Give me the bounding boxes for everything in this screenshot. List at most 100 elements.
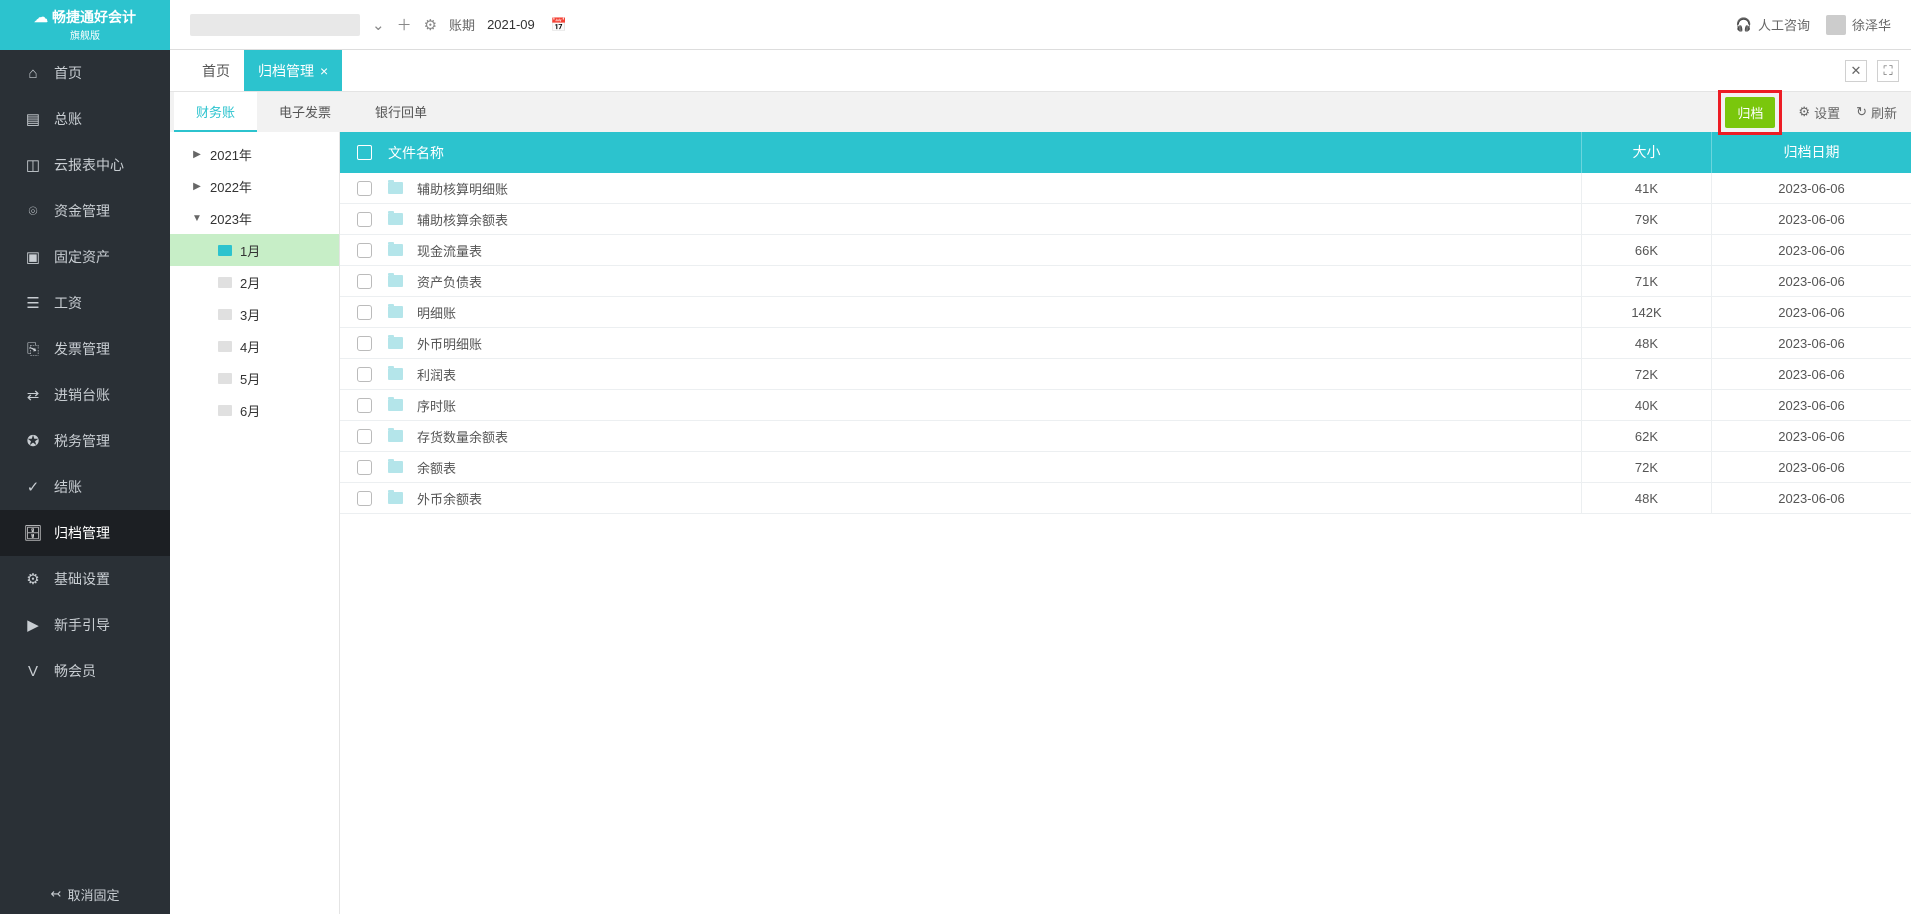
consult-button[interactable]: 🎧 人工咨询	[1736, 15, 1810, 34]
sidebar-item-asset[interactable]: ▣固定资产	[0, 234, 170, 280]
sidebar-item-vip[interactable]: V畅会员	[0, 648, 170, 694]
archive-button[interactable]: 归档	[1725, 97, 1775, 128]
tree-month[interactable]: 1月	[170, 234, 339, 266]
sidebar-item-report[interactable]: ◫云报表中心	[0, 142, 170, 188]
chevron-down-icon[interactable]: ⌄	[372, 16, 385, 34]
sidebar-item-label: 总账	[54, 109, 82, 129]
table-row[interactable]: 外币余额表 48K 2023-06-06	[340, 483, 1911, 514]
tab-close-icon[interactable]: ×	[320, 63, 328, 79]
row-checkbox[interactable]	[357, 212, 372, 227]
salary-icon: ☰	[24, 294, 42, 312]
folder-icon	[218, 245, 232, 256]
file-table: 文件名称 大小 归档日期 辅助核算明细账 41K 2023-06-06 辅助核算…	[340, 132, 1911, 914]
sidebar-item-label: 税务管理	[54, 431, 110, 451]
subtab[interactable]: 财务账	[174, 92, 257, 132]
table-row[interactable]: 外币明细账 48K 2023-06-06	[340, 328, 1911, 359]
plus-icon[interactable]: ＋	[397, 14, 412, 35]
sidebar-item-settings[interactable]: ⚙基础设置	[0, 556, 170, 602]
subtab[interactable]: 银行回单	[353, 92, 449, 132]
file-size: 72K	[1581, 359, 1711, 390]
fund-icon: ⌾	[24, 202, 42, 220]
sidebar-item-home[interactable]: ⌂首页	[0, 50, 170, 96]
tab[interactable]: 归档管理×	[244, 50, 342, 91]
sidebar-item-label: 资金管理	[54, 201, 110, 221]
row-checkbox[interactable]	[357, 305, 372, 320]
file-name: 余额表	[417, 458, 456, 477]
col-header-date: 归档日期	[1711, 132, 1911, 173]
company-selector[interactable]	[190, 14, 360, 36]
tree-month[interactable]: 3月	[170, 298, 339, 330]
sidebar-item-salary[interactable]: ☰ 工资	[0, 280, 170, 326]
table-row[interactable]: 资产负债表 71K 2023-06-06	[340, 266, 1911, 297]
table-row[interactable]: 明细账 142K 2023-06-06	[340, 297, 1911, 328]
archive-date: 2023-06-06	[1711, 235, 1911, 266]
archive-date: 2023-06-06	[1711, 359, 1911, 390]
sidebar-item-label: 归档管理	[54, 523, 110, 543]
file-size: 48K	[1581, 328, 1711, 359]
highlight-annotation: 归档	[1718, 90, 1782, 135]
sidebar-item-sales[interactable]: ⇄进销台账	[0, 372, 170, 418]
sidebar-item-closing[interactable]: ✓结账	[0, 464, 170, 510]
table-row[interactable]: 辅助核算明细账 41K 2023-06-06	[340, 173, 1911, 204]
calendar-icon[interactable]: 📅	[551, 17, 567, 33]
row-checkbox[interactable]	[357, 429, 372, 444]
table-row[interactable]: 存货数量余额表 62K 2023-06-06	[340, 421, 1911, 452]
col-header-size: 大小	[1581, 132, 1711, 173]
tree-month[interactable]: 5月	[170, 362, 339, 394]
tree-month[interactable]: 6月	[170, 394, 339, 426]
file-name: 辅助核算明细账	[417, 179, 508, 198]
row-checkbox[interactable]	[357, 181, 372, 196]
folder-icon	[388, 306, 403, 318]
archive-date: 2023-06-06	[1711, 266, 1911, 297]
table-row[interactable]: 序时账 40K 2023-06-06	[340, 390, 1911, 421]
file-name: 利润表	[417, 365, 456, 384]
vip-icon: V	[24, 662, 42, 680]
sidebar: ⌂首页 ▤ 总账 ◫云报表中心 ⌾ 资金管理 ▣固定资产 ☰ 工资 ⎘发票管理⇄进销台账✪税务管理…	[0, 50, 170, 914]
folder-icon	[388, 461, 403, 473]
row-checkbox[interactable]	[357, 243, 372, 258]
tree-month[interactable]: 2月	[170, 266, 339, 298]
tree-month-label: 2月	[240, 273, 260, 292]
row-checkbox[interactable]	[357, 491, 372, 506]
tab[interactable]: 首页	[188, 50, 244, 91]
select-all-checkbox[interactable]	[357, 145, 372, 160]
table-row[interactable]: 现金流量表 66K 2023-06-06	[340, 235, 1911, 266]
tree-year[interactable]: ▶2021年	[170, 138, 339, 170]
row-checkbox[interactable]	[357, 398, 372, 413]
tree-month[interactable]: 4月	[170, 330, 339, 362]
table-row[interactable]: 余额表 72K 2023-06-06	[340, 452, 1911, 483]
user-menu[interactable]: 徐泽华	[1826, 15, 1891, 35]
refresh-button[interactable]: ↻ 刷新	[1856, 103, 1897, 122]
sidebar-item-invoice[interactable]: ⎘发票管理	[0, 326, 170, 372]
settings-button[interactable]: ⚙ 设置	[1798, 103, 1840, 122]
sidebar-item-guide[interactable]: ▶新手引导	[0, 602, 170, 648]
main-area: 首页归档管理× ✕ ⛶ 财务账电子发票银行回单 归档 ⚙ 设置	[170, 50, 1911, 914]
row-checkbox[interactable]	[357, 336, 372, 351]
unpin-button[interactable]: ↢ 取消固定	[0, 874, 170, 914]
table-row[interactable]: 辅助核算余额表 79K 2023-06-06	[340, 204, 1911, 235]
table-row[interactable]: 利润表 72K 2023-06-06	[340, 359, 1911, 390]
row-checkbox[interactable]	[357, 460, 372, 475]
sidebar-item-label: 新手引导	[54, 615, 110, 635]
ledger-icon: ▤	[24, 110, 42, 128]
close-tab-button[interactable]: ✕	[1845, 60, 1867, 82]
row-checkbox[interactable]	[357, 367, 372, 382]
gear-icon[interactable]: ⚙	[424, 16, 437, 34]
file-size: 71K	[1581, 266, 1711, 297]
logo-block: ☁ 畅捷通好会计 旗舰版	[0, 0, 170, 50]
sidebar-item-label: 工资	[54, 293, 82, 313]
subtab[interactable]: 电子发票	[257, 92, 353, 132]
report-icon: ◫	[24, 156, 42, 174]
tree-year[interactable]: ▼2023年	[170, 202, 339, 234]
sidebar-item-ledger[interactable]: ▤ 总账	[0, 96, 170, 142]
folder-icon	[388, 337, 403, 349]
sidebar-item-tax[interactable]: ✪税务管理	[0, 418, 170, 464]
sidebar-item-fund[interactable]: ⌾ 资金管理	[0, 188, 170, 234]
row-checkbox[interactable]	[357, 274, 372, 289]
tree-year[interactable]: ▶2022年	[170, 170, 339, 202]
period-value[interactable]: 2021-09	[487, 17, 535, 32]
fullscreen-button[interactable]: ⛶	[1877, 60, 1899, 82]
tabs-row: 首页归档管理× ✕ ⛶	[170, 50, 1911, 92]
sidebar-item-archive[interactable]: 🗄归档管理	[0, 510, 170, 556]
header-right: 🎧 人工咨询 徐泽华	[1736, 15, 1911, 35]
